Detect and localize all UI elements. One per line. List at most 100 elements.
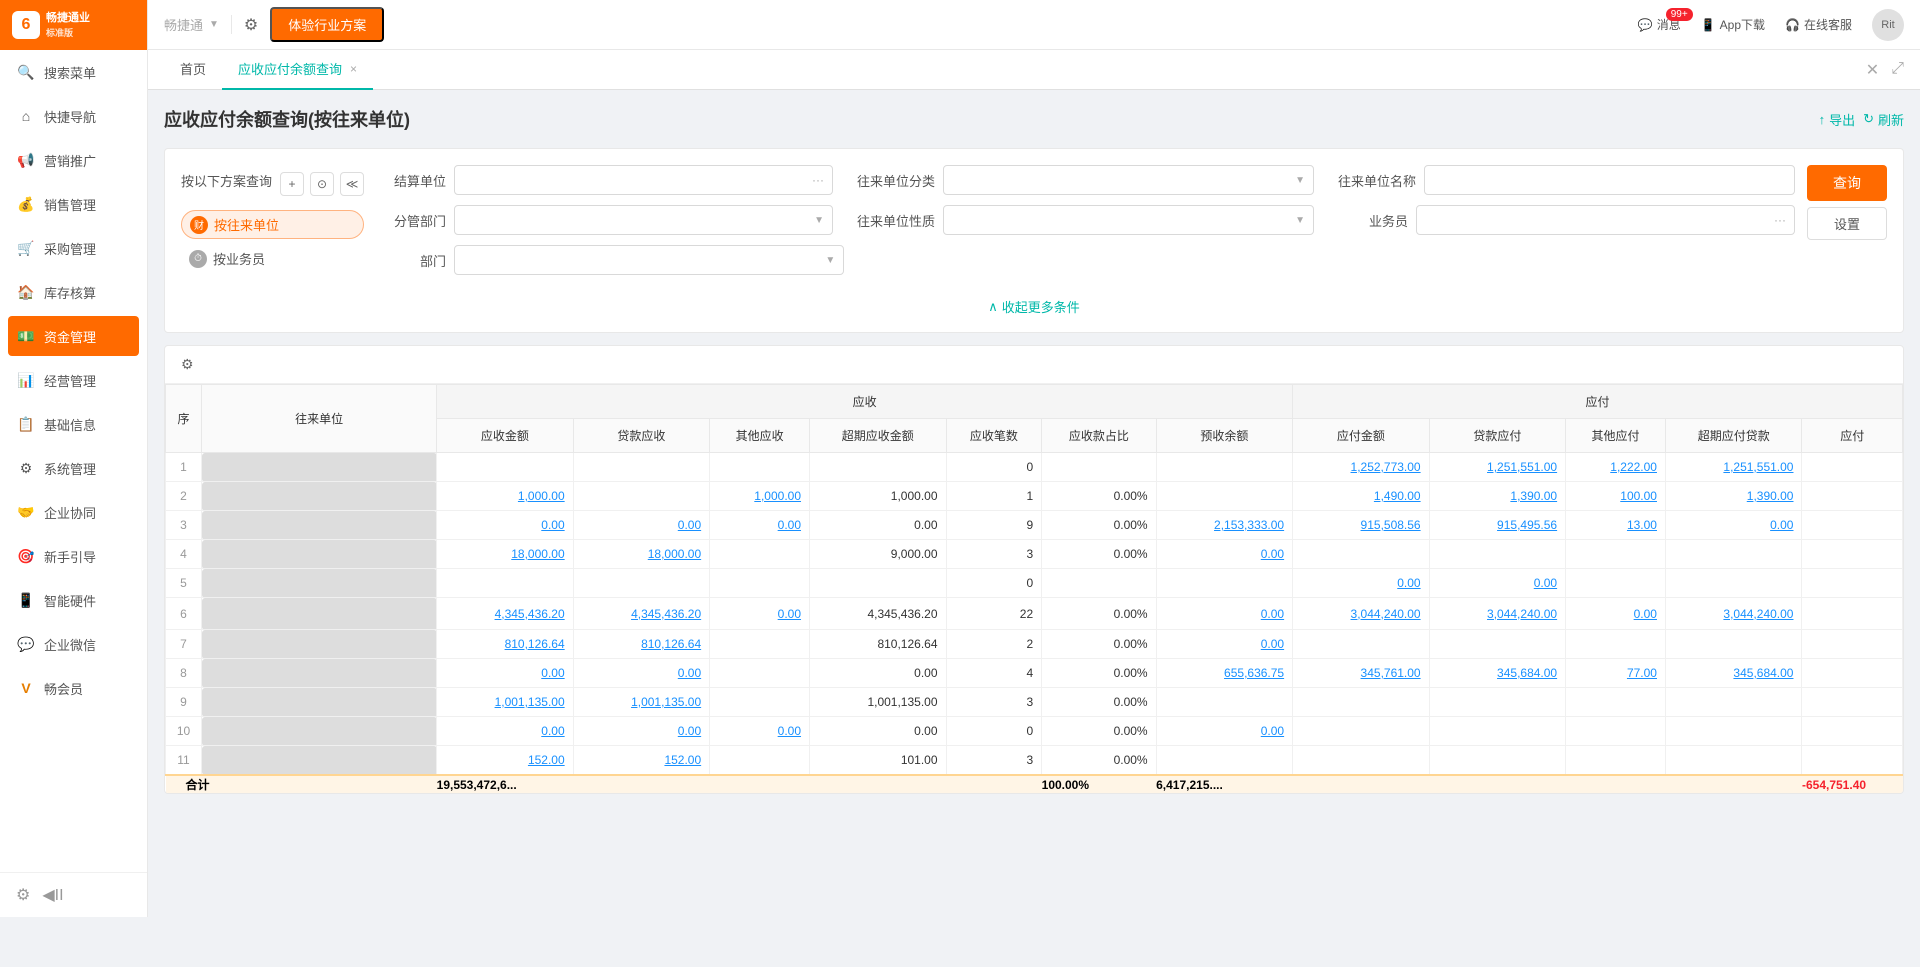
sidebar-item-quick[interactable]: ⌂ 快捷导航 bbox=[0, 94, 147, 138]
filter-add-btn[interactable]: + bbox=[280, 172, 304, 196]
table-cell[interactable]: 1,251,551.00 bbox=[1665, 453, 1802, 482]
table-cell[interactable]: 1,390.00 bbox=[1429, 482, 1566, 511]
table-cell[interactable]: 152.00 bbox=[437, 746, 574, 776]
table-cell[interactable]: 915,508.56 bbox=[1293, 511, 1430, 540]
table-cell[interactable] bbox=[1156, 569, 1293, 598]
table-cell[interactable]: 4,345,436.20 bbox=[437, 598, 574, 630]
table-cell[interactable] bbox=[1429, 630, 1566, 659]
field-input-partner-name[interactable] bbox=[1424, 165, 1795, 195]
table-cell[interactable]: 0.00 bbox=[1665, 511, 1802, 540]
table-cell[interactable] bbox=[710, 659, 810, 688]
table-cell[interactable]: 18,000.00 bbox=[573, 540, 710, 569]
sidebar-item-guide[interactable]: 🎯 新手引导 bbox=[0, 534, 147, 578]
table-cell[interactable]: 810,126.64 bbox=[573, 630, 710, 659]
table-cell[interactable] bbox=[1156, 688, 1293, 717]
table-cell[interactable] bbox=[1293, 540, 1430, 569]
table-cell[interactable]: 0.00 bbox=[710, 717, 810, 746]
table-cell[interactable] bbox=[437, 453, 574, 482]
window-expand-icon[interactable]: ⤢ bbox=[1891, 60, 1904, 80]
query-button[interactable]: 查询 bbox=[1807, 165, 1887, 201]
topbar-promo-button[interactable]: 体验行业方案 bbox=[270, 7, 384, 42]
table-cell[interactable] bbox=[1156, 482, 1293, 511]
topbar-gear-icon[interactable]: ⚙ bbox=[244, 15, 258, 35]
table-cell[interactable] bbox=[710, 630, 810, 659]
filter-prev-btn[interactable]: ≪ bbox=[340, 172, 364, 196]
table-cell[interactable]: 0.00 bbox=[1156, 598, 1293, 630]
table-cell[interactable] bbox=[1293, 688, 1430, 717]
field-input-settlement[interactable]: ··· bbox=[454, 165, 833, 195]
table-cell[interactable]: 0.00 bbox=[573, 717, 710, 746]
settings-icon[interactable]: ⚙ bbox=[16, 885, 30, 905]
table-cell[interactable] bbox=[710, 453, 810, 482]
field-input-partner-nature[interactable]: ▼ bbox=[943, 205, 1314, 235]
table-cell[interactable]: 4,345,436.20 bbox=[573, 598, 710, 630]
table-cell[interactable]: 0.00 bbox=[437, 659, 574, 688]
sidebar-item-operation[interactable]: 📊 经营管理 bbox=[0, 358, 147, 402]
table-cell[interactable]: 1,001,135.00 bbox=[573, 688, 710, 717]
table-cell[interactable]: 0.00 bbox=[1293, 569, 1430, 598]
sidebar-item-system[interactable]: ⚙ 系统管理 bbox=[0, 446, 147, 490]
table-cell[interactable] bbox=[1429, 717, 1566, 746]
table-cell[interactable] bbox=[710, 569, 810, 598]
table-cell[interactable]: 0.00 bbox=[1566, 598, 1666, 630]
table-cell[interactable]: 0.00 bbox=[710, 598, 810, 630]
table-cell[interactable] bbox=[1293, 746, 1430, 776]
table-cell[interactable]: 0.00 bbox=[573, 659, 710, 688]
field-input-partner-type[interactable]: ▼ bbox=[943, 165, 1314, 195]
table-cell[interactable]: 1,251,551.00 bbox=[1429, 453, 1566, 482]
collapse-icon[interactable]: ◀II bbox=[42, 885, 63, 905]
settings-button[interactable]: 设置 bbox=[1807, 207, 1887, 240]
table-cell[interactable]: 1,252,773.00 bbox=[1293, 453, 1430, 482]
table-cell[interactable]: 18,000.00 bbox=[437, 540, 574, 569]
table-cell[interactable]: 100.00 bbox=[1566, 482, 1666, 511]
table-cell[interactable]: 0.00 bbox=[437, 717, 574, 746]
field-input-salesman[interactable]: ··· bbox=[1416, 205, 1795, 235]
table-cell[interactable]: 2,153,333.00 bbox=[1156, 511, 1293, 540]
table-cell[interactable] bbox=[1156, 453, 1293, 482]
table-settings-icon[interactable]: ⚙ bbox=[181, 356, 194, 373]
filter-target-btn[interactable]: ⊙ bbox=[310, 172, 334, 196]
table-cell[interactable]: 0.00 bbox=[1156, 630, 1293, 659]
sidebar-item-search[interactable]: 🔍 搜索菜单 bbox=[0, 50, 147, 94]
table-cell[interactable]: 1,000.00 bbox=[437, 482, 574, 511]
table-cell[interactable]: 1,390.00 bbox=[1665, 482, 1802, 511]
table-cell[interactable] bbox=[1429, 746, 1566, 776]
table-cell[interactable] bbox=[1566, 688, 1666, 717]
sidebar-item-marketing[interactable]: 📢 营销推广 bbox=[0, 138, 147, 182]
table-cell[interactable] bbox=[573, 569, 710, 598]
table-cell[interactable] bbox=[1566, 717, 1666, 746]
table-cell[interactable]: 0.00 bbox=[710, 511, 810, 540]
table-cell[interactable]: 1,222.00 bbox=[1566, 453, 1666, 482]
table-cell[interactable] bbox=[1293, 630, 1430, 659]
table-cell[interactable] bbox=[710, 746, 810, 776]
table-cell[interactable]: 810,126.64 bbox=[437, 630, 574, 659]
topbar-online-service[interactable]: 🎧 在线客服 bbox=[1785, 16, 1852, 33]
table-cell[interactable] bbox=[573, 453, 710, 482]
table-cell[interactable] bbox=[1665, 540, 1802, 569]
table-cell[interactable]: 0.00 bbox=[1156, 540, 1293, 569]
sidebar-item-wechat[interactable]: 💬 企业微信 bbox=[0, 622, 147, 666]
table-cell[interactable] bbox=[1566, 630, 1666, 659]
table-cell[interactable]: 0.00 bbox=[573, 511, 710, 540]
user-avatar[interactable]: Rit bbox=[1872, 9, 1904, 41]
topbar-chevron-icon[interactable]: ▼ bbox=[209, 19, 219, 30]
export-button[interactable]: ↑ 导出 bbox=[1819, 110, 1856, 129]
filter-option-partner[interactable]: 财 按往来单位 bbox=[181, 210, 364, 239]
table-cell[interactable]: 13.00 bbox=[1566, 511, 1666, 540]
table-cell[interactable] bbox=[437, 569, 574, 598]
table-cell[interactable]: 3,044,240.00 bbox=[1293, 598, 1430, 630]
table-cell[interactable]: 345,684.00 bbox=[1429, 659, 1566, 688]
table-cell[interactable] bbox=[1566, 569, 1666, 598]
table-cell[interactable] bbox=[1665, 717, 1802, 746]
sidebar-item-finance[interactable]: 💵 资金管理 bbox=[8, 316, 139, 356]
table-cell[interactable]: 0.00 bbox=[1429, 569, 1566, 598]
topbar-messages[interactable]: 💬 消息 99+ bbox=[1638, 16, 1681, 33]
table-cell[interactable]: 1,000.00 bbox=[710, 482, 810, 511]
sidebar-item-inventory[interactable]: 🏠 库存核算 bbox=[0, 270, 147, 314]
sidebar-item-sales[interactable]: 💰 销售管理 bbox=[0, 182, 147, 226]
table-cell[interactable] bbox=[1293, 717, 1430, 746]
table-cell[interactable]: 345,761.00 bbox=[1293, 659, 1430, 688]
table-cell[interactable]: 3,044,240.00 bbox=[1429, 598, 1566, 630]
table-cell[interactable] bbox=[1429, 540, 1566, 569]
sidebar-item-purchase[interactable]: 🛒 采购管理 bbox=[0, 226, 147, 270]
